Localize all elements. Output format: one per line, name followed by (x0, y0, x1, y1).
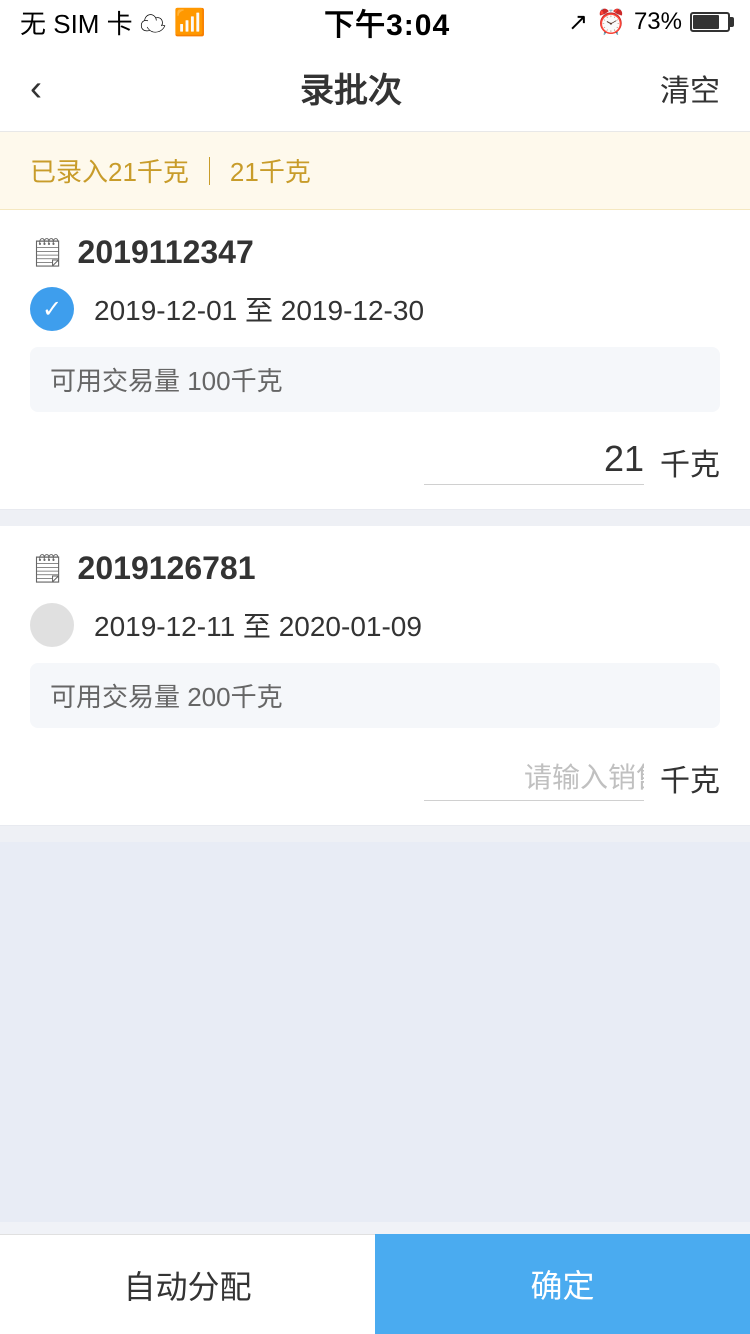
unit-label-2: 千克 (660, 756, 720, 800)
batch-avail-2: 可用交易量 200千克 (30, 663, 720, 728)
batch-input-row-2: 千克 (0, 744, 750, 826)
input-underline-1 (424, 484, 644, 485)
batch-date-row-1[interactable]: ✓ 2019-12-01 至 2019-12-30 (0, 279, 750, 339)
clear-button[interactable]: 清空 (660, 66, 720, 110)
separator-2 (0, 826, 750, 842)
nav-bar: ‹ 录批次 清空 (0, 44, 750, 132)
page-title: 录批次 (300, 63, 402, 112)
batch-avail-1: 可用交易量 100千克 (30, 347, 720, 412)
wifi-icon: 📶 (174, 7, 206, 38)
sim-label: 无 SIM 卡 ☁ (20, 4, 166, 41)
doc-icon-1: 🗒 (30, 236, 66, 269)
empty-area (0, 842, 750, 1222)
info-banner: 已录入21千克 21千克 (0, 132, 750, 210)
batch-date-2: 2019-12-11 至 2020-01-09 (94, 605, 422, 645)
alarm-icon: ⏰ (596, 8, 626, 37)
radio-unselected-2[interactable] (30, 603, 74, 647)
confirm-button[interactable]: 确定 (375, 1234, 750, 1334)
status-bar: 无 SIM 卡 ☁ 📶 下午3:04 ↗ ⏰ 73% (0, 0, 750, 44)
status-left: 无 SIM 卡 ☁ 📶 (20, 4, 206, 41)
bottom-bar: 自动分配 确定 (0, 1234, 750, 1334)
batch-header-1: 🗒 2019112347 (0, 210, 750, 279)
banner-divider (209, 157, 210, 185)
separator-1 (0, 510, 750, 526)
recorded-label: 已录入21千克 (30, 152, 189, 189)
check-icon-1: ✓ (42, 295, 62, 324)
input-container-2 (30, 754, 644, 801)
doc-icon-2: 🗒 (30, 552, 66, 585)
batch-header-2: 🗒 2019126781 (0, 526, 750, 595)
batch-input-row-1: 千克 (0, 428, 750, 510)
batch-date-1: 2019-12-01 至 2019-12-30 (94, 289, 424, 329)
quantity-input-1[interactable] (524, 438, 644, 480)
battery-percent: 73% (634, 8, 682, 36)
location-icon: ↗ (568, 8, 588, 37)
batch-item-1: 🗒 2019112347 ✓ 2019-12-01 至 2019-12-30 可… (0, 210, 750, 510)
recorded-value: 21千克 (230, 152, 311, 189)
battery-icon (690, 12, 730, 32)
batch-id-2: 2019126781 (78, 550, 256, 587)
batch-date-row-2[interactable]: 2019-12-11 至 2020-01-09 (0, 595, 750, 655)
radio-selected-1[interactable]: ✓ (30, 287, 74, 331)
batch-id-1: 2019112347 (78, 234, 254, 271)
input-container-1 (30, 438, 644, 485)
batch-item-2: 🗒 2019126781 2019-12-11 至 2020-01-09 可用交… (0, 526, 750, 826)
unit-label-1: 千克 (660, 440, 720, 484)
status-right: ↗ ⏰ 73% (568, 8, 730, 37)
status-time: 下午3:04 (324, 0, 450, 44)
auto-distribute-button[interactable]: 自动分配 (0, 1234, 375, 1334)
input-underline-2 (424, 800, 644, 801)
quantity-input-2[interactable] (524, 754, 644, 796)
back-button[interactable]: ‹ (30, 67, 42, 109)
